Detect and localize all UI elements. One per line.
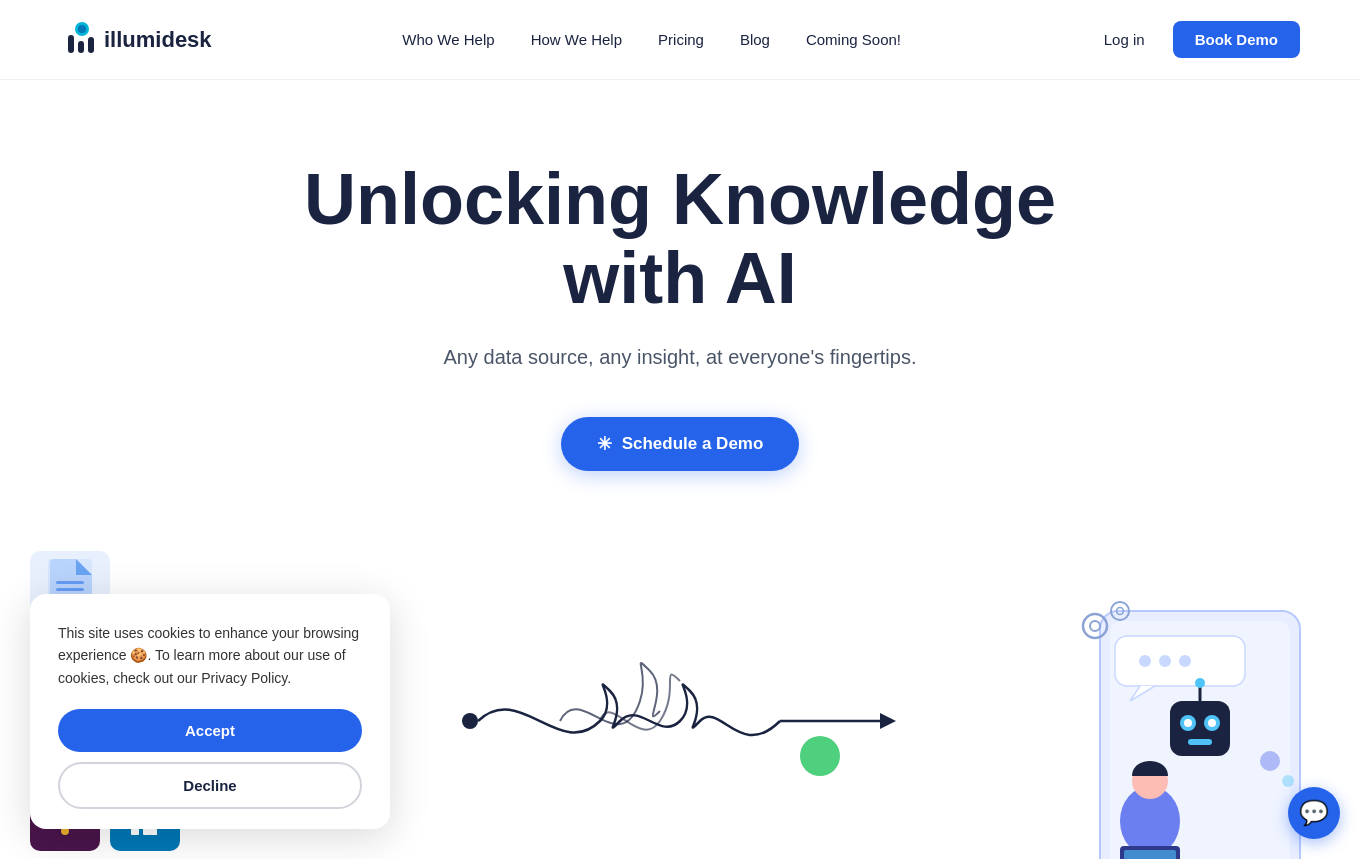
nav-blog[interactable]: Blog [740, 31, 770, 48]
accept-cookie-button[interactable]: Accept [58, 709, 362, 752]
svg-point-27 [800, 736, 840, 776]
svg-rect-49 [1124, 850, 1176, 859]
path-svg [440, 601, 920, 841]
nav-how-we-help[interactable]: How We Help [531, 31, 622, 48]
svg-point-31 [1090, 621, 1100, 631]
svg-rect-38 [1170, 701, 1230, 756]
sparkle-icon: ✳ [597, 433, 612, 455]
svg-rect-3 [78, 41, 84, 53]
svg-point-51 [1260, 751, 1280, 771]
nav-actions: Log in Book Demo [1092, 21, 1300, 58]
svg-point-24 [462, 713, 478, 729]
svg-point-37 [1179, 655, 1191, 667]
cookie-banner: This site uses cookies to enhance your b… [30, 594, 390, 829]
svg-point-35 [1139, 655, 1151, 667]
chat-bubble-icon: 💬 [1299, 799, 1329, 827]
svg-point-1 [78, 25, 86, 33]
svg-rect-6 [56, 581, 84, 584]
svg-point-42 [1208, 719, 1216, 727]
book-demo-button[interactable]: Book Demo [1173, 21, 1300, 58]
logo-text: illumidesk [104, 27, 212, 53]
schedule-demo-label: Schedule a Demo [622, 434, 764, 454]
cookie-message: This site uses cookies to enhance your b… [58, 622, 362, 689]
navbar: illumidesk Who We Help How We Help Prici… [0, 0, 1360, 80]
svg-point-52 [1282, 775, 1294, 787]
hero-title: Unlocking Knowledge with AI [250, 160, 1110, 318]
cookie-buttons: Accept Decline [58, 709, 362, 809]
nav-who-we-help[interactable]: Who We Help [402, 31, 494, 48]
svg-point-45 [1195, 678, 1205, 688]
svg-rect-4 [88, 37, 94, 53]
schedule-demo-button[interactable]: ✳ Schedule a Demo [561, 417, 800, 471]
hero-subtitle: Any data source, any insight, at everyon… [444, 346, 917, 369]
logo-icon [60, 21, 98, 59]
decline-cookie-button[interactable]: Decline [58, 762, 362, 809]
svg-point-40 [1184, 719, 1192, 727]
svg-marker-26 [880, 713, 896, 729]
nav-coming-soon[interactable]: Coming Soon! [806, 31, 901, 48]
chat-bubble-button[interactable]: 💬 [1288, 787, 1340, 839]
login-button[interactable]: Log in [1092, 23, 1157, 56]
svg-rect-7 [56, 588, 84, 591]
hero-section: Unlocking Knowledge with AI Any data sou… [0, 80, 1360, 531]
svg-rect-43 [1188, 739, 1212, 745]
nav-pricing[interactable]: Pricing [658, 31, 704, 48]
logo[interactable]: illumidesk [60, 21, 212, 59]
center-illustration [380, 571, 980, 859]
svg-rect-2 [68, 35, 74, 53]
svg-point-36 [1159, 655, 1171, 667]
nav-links: Who We Help How We Help Pricing Blog Com… [402, 31, 901, 48]
